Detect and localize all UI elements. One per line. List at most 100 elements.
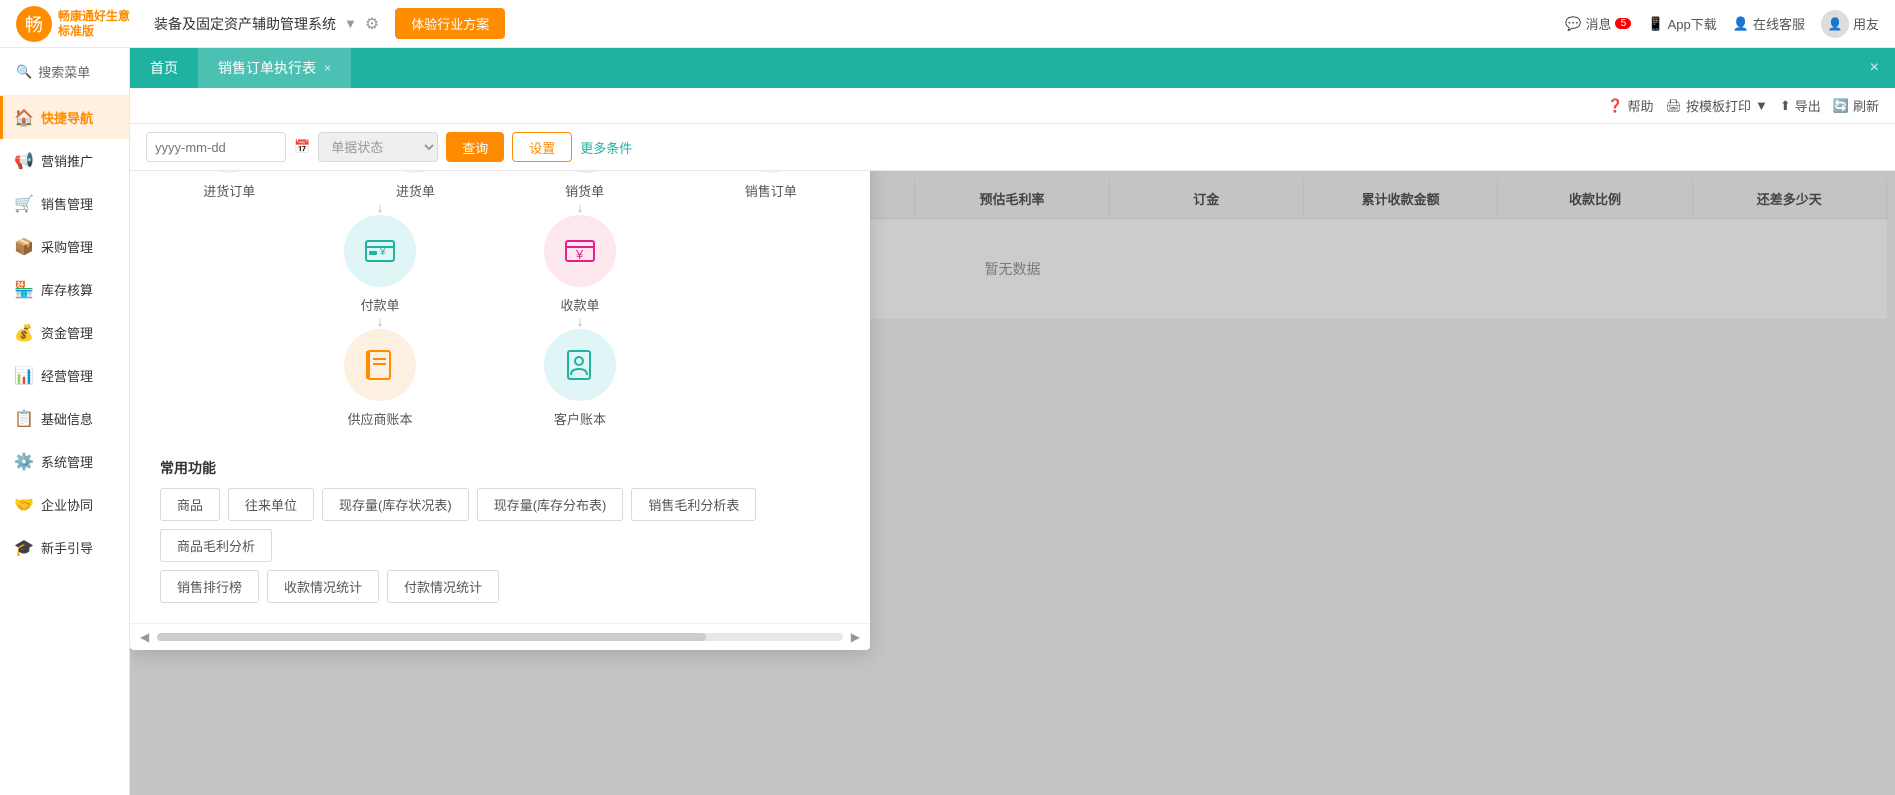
print-dropdown-icon: ▼ — [1755, 98, 1768, 113]
sales-order-label: 销售订单 — [745, 181, 797, 200]
message-btn[interactable]: 💬 消息 5 — [1565, 14, 1631, 33]
flow-node-customer-ledger: 客户账本 — [510, 329, 650, 428]
purchase-bill-icon — [379, 171, 451, 173]
title-dropdown-icon[interactable]: ▼ — [344, 16, 357, 31]
flow-node-purchase-order: 进货订单 — [170, 171, 288, 200]
cf-btn-stock-dist[interactable]: 现存量(库存分布表) — [477, 488, 624, 521]
scroll-left-btn[interactable]: ◀ — [140, 630, 149, 644]
online-service-btn[interactable]: 👤 在线客服 — [1733, 14, 1805, 33]
online-service-label: 在线客服 — [1753, 14, 1805, 33]
sidebar-item-sys-manage[interactable]: ⚙️ 系统管理 — [0, 440, 129, 483]
sidebar-item-operations[interactable]: 📊 经营管理 — [0, 354, 129, 397]
search-icon: 🔍 — [16, 64, 32, 80]
customer-ledger-icon — [544, 329, 616, 401]
download-icon: 📱 — [1647, 16, 1663, 32]
sidebar-item-label-operations: 经营管理 — [41, 366, 93, 385]
cf-btn-sales-gross[interactable]: 销售毛利分析表 — [631, 488, 756, 521]
finance-icon: 💰 — [15, 324, 33, 342]
refresh-icon: 🔄 — [1833, 98, 1849, 114]
logo-text: 畅康通好生意标准版 — [58, 9, 130, 38]
user-area[interactable]: 👤 用友 — [1821, 10, 1879, 38]
sidebar-item-label-sales: 销售管理 — [41, 194, 93, 213]
refresh-btn[interactable]: 🔄 刷新 — [1833, 96, 1879, 115]
sidebar-item-newbie[interactable]: 🎓 新手引导 — [0, 526, 129, 569]
sidebar-item-purchase[interactable]: 📦 采购管理 — [0, 225, 129, 268]
payment-icon: ¥ — [344, 215, 416, 287]
sidebar-item-inventory[interactable]: 🏪 库存核算 — [0, 268, 129, 311]
tab-home[interactable]: 首页 — [130, 48, 198, 88]
basic-info-icon: 📋 — [15, 410, 33, 428]
customer-ledger-label: 客户账本 — [554, 409, 606, 428]
help-icon: ❓ — [1607, 98, 1623, 114]
avatar: 👤 — [1821, 10, 1849, 38]
tab-sales-order[interactable]: 销售订单执行表 × — [198, 48, 351, 88]
order-status-select[interactable]: 单据状态 — [318, 132, 438, 162]
marketing-icon: 📢 — [15, 152, 33, 170]
template-print-btn[interactable]: 🖨 按模板打印 ▼ — [1665, 96, 1767, 115]
quick-nav-icon: 🏠 — [15, 109, 33, 127]
sales-bill-label: 销货单 — [565, 181, 604, 200]
flow-modal: × 进货订单 — [130, 171, 870, 650]
sidebar-item-finance[interactable]: 💰 资金管理 — [0, 311, 129, 354]
help-btn[interactable]: ❓ 帮助 — [1607, 96, 1653, 115]
tab-home-label: 首页 — [150, 58, 178, 78]
cf-btn-product-gross[interactable]: 商品毛利分析 — [160, 529, 272, 562]
sidebar-item-label-inventory: 库存核算 — [41, 280, 93, 299]
tab-bar-close-btn[interactable]: × — [1870, 59, 1879, 77]
date-input[interactable] — [146, 132, 286, 162]
sidebar-item-label-basic-info: 基础信息 — [41, 409, 93, 428]
sidebar-item-label-sys-manage: 系统管理 — [41, 452, 93, 471]
cf-btn-payment-stat[interactable]: 付款情况统计 — [387, 570, 499, 603]
settings-icon[interactable]: ⚙ — [365, 14, 379, 34]
refresh-label: 刷新 — [1853, 96, 1879, 115]
purchase-icon: 📦 — [15, 238, 33, 256]
sales-bill-icon — [549, 171, 621, 173]
flow-node-payment: ¥ 付款单 — [310, 215, 450, 314]
sidebar-search[interactable]: 🔍 搜索菜单 — [0, 48, 129, 96]
app-download-btn[interactable]: 📱 App下载 — [1647, 14, 1716, 33]
query-btn[interactable]: 查询 — [446, 132, 504, 162]
logo-icon: 畅 — [16, 6, 52, 42]
svg-text:¥: ¥ — [379, 247, 386, 258]
cf-btn-counterparty[interactable]: 往来单位 — [228, 488, 314, 521]
calendar-icon[interactable]: 📅 — [294, 139, 310, 155]
sidebar-item-label-quick-nav: 快捷导航 — [41, 108, 93, 127]
filter-bar: 📅 单据状态 查询 设置 更多条件 — [130, 124, 1895, 171]
page-content: 品 商品 金额 预估毛利 预估毛利率 订金 累计收款金额 收款比例 还差多少天 … — [130, 171, 1895, 795]
topbar-right: 💬 消息 5 📱 App下载 👤 在线客服 👤 用友 — [1565, 10, 1879, 38]
sidebar-item-quick-nav[interactable]: 🏠 快捷导航 — [0, 96, 129, 139]
sidebar-item-basic-info[interactable]: 📋 基础信息 — [0, 397, 129, 440]
more-conditions-btn[interactable]: 更多条件 — [580, 138, 632, 157]
cf-btn-receipt-stat[interactable]: 收款情况统计 — [267, 570, 379, 603]
newbie-icon: 🎓 — [15, 539, 33, 557]
tab-close-icon[interactable]: × — [324, 61, 331, 75]
message-label: 消息 — [1585, 14, 1611, 33]
search-menu-label: 搜索菜单 — [38, 62, 90, 81]
enterprise-icon: 🤝 — [15, 496, 33, 514]
experience-btn[interactable]: 体验行业方案 — [395, 8, 505, 39]
sidebar-item-enterprise[interactable]: 🤝 企业协同 — [0, 483, 129, 526]
sidebar-item-label-finance: 资金管理 — [41, 323, 93, 342]
tab-bar: 首页 销售订单执行表 × × — [130, 48, 1895, 88]
export-icon: ⬆ — [1780, 98, 1791, 114]
app-download-label: App下载 — [1668, 14, 1717, 33]
svg-text:¥: ¥ — [575, 247, 584, 262]
flow-node-purchase-bill: 进货单 — [356, 171, 474, 200]
cf-btn-stock-status[interactable]: 现存量(库存状况表) — [322, 488, 469, 521]
system-title: 装备及固定资产辅助管理系统 — [154, 14, 336, 34]
cf-btn-sales-rank[interactable]: 销售排行榜 — [160, 570, 259, 603]
sidebar-item-label-enterprise: 企业协同 — [41, 495, 93, 514]
filter-settings-btn[interactable]: 设置 — [512, 132, 572, 162]
sidebar-item-marketing[interactable]: 📢 营销推广 — [0, 139, 129, 182]
search-menu-btn[interactable]: 🔍 搜索菜单 — [8, 58, 121, 85]
sidebar-item-sales[interactable]: 🛒 销售管理 — [0, 182, 129, 225]
cf-buttons-row1: 商品 往来单位 现存量(库存状况表) 现存量(库存分布表) 销售毛利分析表 商品… — [160, 488, 840, 562]
system-title-area: 装备及固定资产辅助管理系统 ▼ ⚙ 体验行业方案 — [154, 8, 505, 39]
message-icon: 💬 — [1565, 16, 1581, 32]
print-icon: 🖨 — [1665, 98, 1682, 114]
cf-btn-product[interactable]: 商品 — [160, 488, 220, 521]
template-print-label: 按模板打印 — [1686, 96, 1751, 115]
sidebar: 🔍 搜索菜单 🏠 快捷导航 📢 营销推广 🛒 销售管理 📦 采购管理 — [0, 48, 130, 795]
scroll-right-btn[interactable]: ▶ — [851, 630, 860, 644]
export-btn[interactable]: ⬆ 导出 — [1780, 96, 1821, 115]
